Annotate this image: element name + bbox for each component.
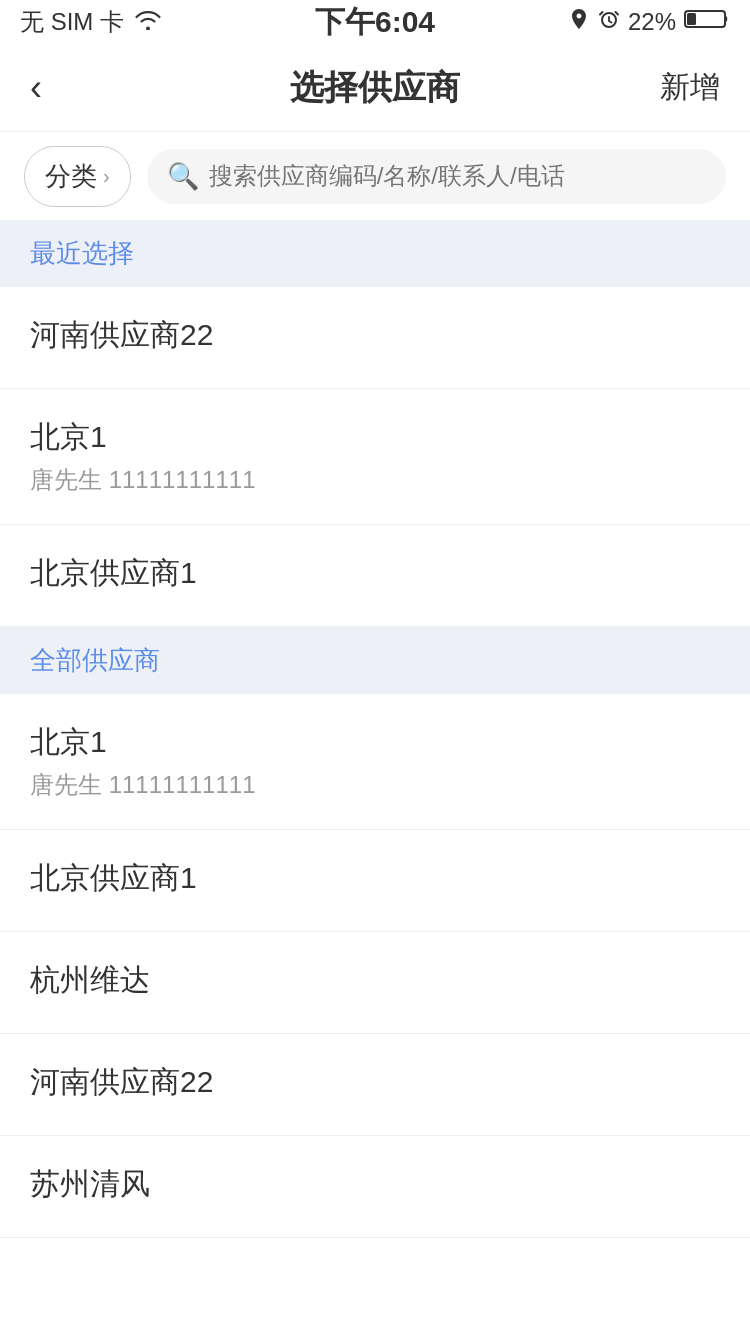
all-list: 北京1 唐先生 11111111111 北京供应商1 杭州维达河南供应商22 苏州清风 xyxy=(0,694,750,1238)
item-name: 北京1 xyxy=(30,417,720,458)
all-section-label: 全部供应商 xyxy=(30,645,160,675)
carrier-text: 无 SIM 卡 xyxy=(20,6,124,38)
status-time: 下午6:04 xyxy=(315,2,435,43)
list-item[interactable]: 河南供应商22 xyxy=(0,1034,750,1136)
battery-icon xyxy=(684,8,730,36)
all-section-header: 全部供应商 xyxy=(0,627,750,694)
status-right: 22% xyxy=(568,8,730,36)
item-name: 河南供应商22 xyxy=(30,1062,720,1103)
page-title: 选择供应商 xyxy=(290,65,460,111)
list-item[interactable]: 北京1 唐先生 11111111111 xyxy=(0,694,750,830)
item-name: 北京1 xyxy=(30,722,720,763)
list-item[interactable]: 北京1 唐先生 11111111111 xyxy=(0,389,750,525)
list-item[interactable]: 河南供应商22 xyxy=(0,287,750,389)
nav-bar: ‹ 选择供应商 新增 xyxy=(0,44,750,132)
search-icon: 🔍 xyxy=(167,161,199,192)
recent-section-label: 最近选择 xyxy=(30,238,134,268)
item-name: 苏州清风 xyxy=(30,1164,720,1205)
category-button[interactable]: 分类 › xyxy=(24,146,131,207)
item-sub: 唐先生 11111111111 xyxy=(30,769,720,801)
item-name: 北京供应商1 xyxy=(30,858,720,899)
recent-list: 河南供应商22 北京1 唐先生 11111111111 北京供应商1 xyxy=(0,287,750,627)
search-input[interactable] xyxy=(209,162,706,190)
alarm-icon xyxy=(598,8,620,36)
recent-section-header: 最近选择 xyxy=(0,220,750,287)
location-icon xyxy=(568,8,590,36)
search-bar[interactable]: 🔍 xyxy=(147,149,726,204)
category-label: 分类 xyxy=(45,159,97,194)
svg-rect-2 xyxy=(687,13,696,25)
battery-text: 22% xyxy=(628,8,676,36)
back-button[interactable]: ‹ xyxy=(30,67,90,109)
item-sub: 唐先生 11111111111 xyxy=(30,464,720,496)
status-left: 无 SIM 卡 xyxy=(20,6,162,38)
list-item[interactable]: 苏州清风 xyxy=(0,1136,750,1238)
chevron-right-icon: › xyxy=(103,165,110,188)
item-name: 杭州维达 xyxy=(30,960,720,1001)
add-button[interactable]: 新增 xyxy=(660,67,720,108)
filter-bar: 分类 › 🔍 xyxy=(0,132,750,220)
list-item[interactable]: 杭州维达 xyxy=(0,932,750,1034)
status-bar: 无 SIM 卡 下午6:04 22% xyxy=(0,0,750,44)
wifi-icon xyxy=(134,8,162,36)
item-name: 河南供应商22 xyxy=(30,315,720,356)
list-item[interactable]: 北京供应商1 xyxy=(0,525,750,627)
list-item[interactable]: 北京供应商1 xyxy=(0,830,750,932)
item-name: 北京供应商1 xyxy=(30,553,720,594)
